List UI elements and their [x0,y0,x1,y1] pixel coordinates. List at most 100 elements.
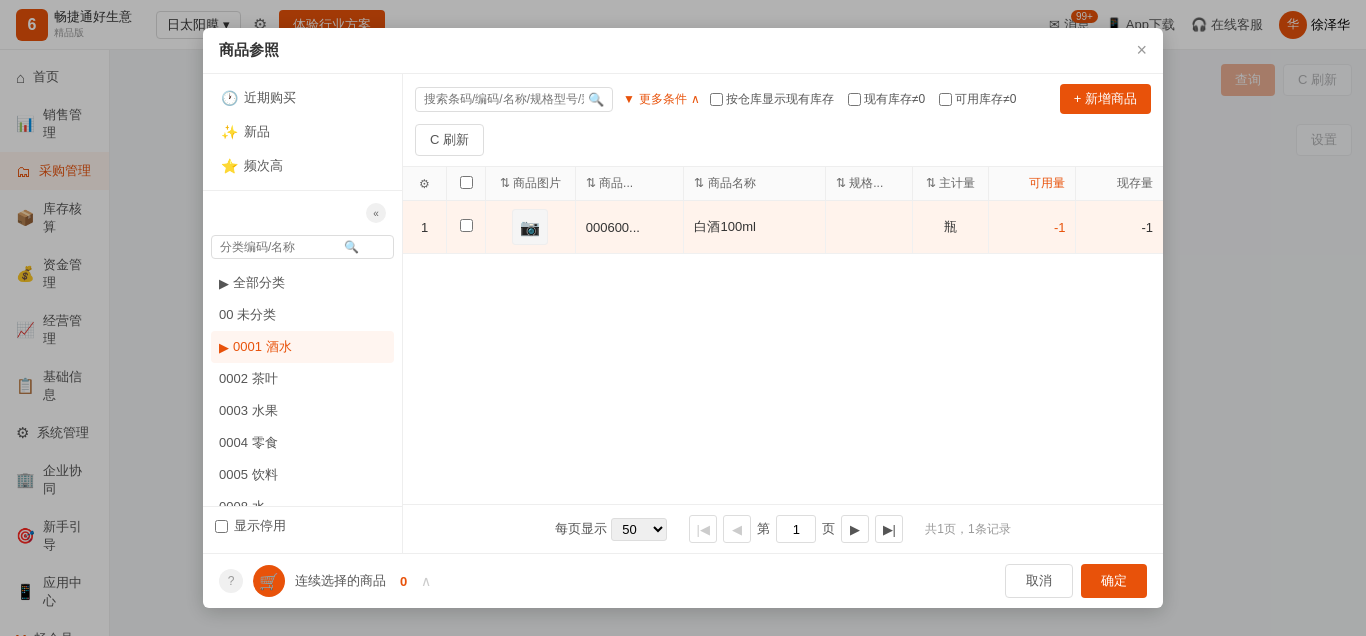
checkbox-available-stock[interactable]: 可用库存≠0 [939,91,1016,108]
show-disabled-checkbox[interactable] [215,520,228,533]
col-header-img: ⇅ 商品图片 [486,167,576,201]
product-image: 📷 [512,209,548,245]
first-page-btn[interactable]: |◀ [689,515,717,543]
tab-new-products[interactable]: ✨ 新品 [211,116,394,148]
tab-recent-purchase[interactable]: 🕐 近期购买 [211,82,394,114]
footer-right: 取消 确定 [1005,564,1147,598]
modal-header: 商品参照 × [203,28,1163,74]
row-checkbox-cell [447,201,486,254]
col-header-avail[interactable]: 可用量 [989,167,1076,201]
row-checkbox[interactable] [460,219,473,232]
category-list: ▶ 全部分类 00 未分类 ▶ 0001 酒水 0002 茶叶 0003 水果 [203,263,402,506]
cancel-button[interactable]: 取消 [1005,564,1073,598]
col-header-spec[interactable]: ⇅ 规格... [825,167,912,201]
col-name-label: 商品名称 [708,176,756,190]
product-search-icon[interactable]: 🔍 [588,92,604,107]
category-0005-label: 0005 饮料 [219,466,278,484]
page-suffix: 页 [822,520,835,538]
category-item-0002[interactable]: 0002 茶叶 [211,363,394,395]
star-icon: ⭐ [221,158,238,174]
product-table: ⚙ ⇅ 商品图片 ⇅ 商品... [403,167,1163,254]
modal-body: 🕐 近期购买 ✨ 新品 ⭐ 频次高 « 🔍 [203,74,1163,553]
checkbox-current-stock[interactable]: 现有库存≠0 [848,91,925,108]
checkbox-warehouse-stock-input[interactable] [710,93,723,106]
filter-checkboxes: 按仓库显示现有库存 现有库存≠0 可用库存≠0 [710,91,1017,108]
prev-page-btn[interactable]: ◀ [723,515,751,543]
category-item-0005[interactable]: 0005 饮料 [211,459,394,491]
modal-close-button[interactable]: × [1136,40,1147,61]
category-item-00[interactable]: 00 未分类 [211,299,394,331]
cart-icon[interactable]: 🛒 [253,565,285,597]
col-img-label: 商品图片 [513,176,561,190]
selected-count: 0 [400,574,407,589]
col-stock-label: 现存量 [1117,176,1153,190]
confirm-button[interactable]: 确定 [1081,564,1147,598]
checkbox-warehouse-stock-label: 按仓库显示现有库存 [726,91,834,108]
col-header-unit[interactable]: ⇅ 主计量 [912,167,989,201]
show-disabled-label[interactable]: 显示停用 [234,517,286,535]
next-page-btn[interactable]: ▶ [841,515,869,543]
checkbox-current-stock-label: 现有库存≠0 [864,91,925,108]
category-0008-label: 0008 水 [219,498,265,506]
select-all-checkbox[interactable] [460,176,473,189]
category-all-label: 全部分类 [233,274,285,292]
col-header-stock[interactable]: 现存量 [1076,167,1163,201]
category-item-all[interactable]: ▶ 全部分类 [211,267,394,299]
category-00-label: 00 未分类 [219,306,276,324]
checkbox-available-stock-label: 可用库存≠0 [955,91,1016,108]
add-product-btn[interactable]: + 新增商品 [1060,84,1151,114]
category-search-box: 🔍 [211,235,394,259]
col-header-name[interactable]: ⇅ 商品名称 [684,167,825,201]
checkbox-warehouse-stock[interactable]: 按仓库显示现有库存 [710,91,834,108]
help-icon[interactable]: ? [219,569,243,593]
col-unit-label: 主计量 [939,176,975,190]
expand-all-icon: ▶ [219,276,229,291]
checkbox-current-stock-input[interactable] [848,93,861,106]
row-img-cell: 📷 [486,201,576,254]
row-code: 000600... [575,201,684,254]
col-spec-label: 规格... [849,176,883,190]
category-search-icon[interactable]: 🔍 [344,240,359,254]
per-page-select: 每页显示 50 100 200 [555,518,667,541]
row-num: 1 [403,201,447,254]
table-toolbar: 🔍 ▼ 更多条件 ∧ 按仓库显示现有库存 现有库存≠0 [403,74,1163,167]
tab-recent-purchase-label: 近期购买 [244,89,296,107]
product-search-wrap: 🔍 [415,87,613,112]
tab-frequent[interactable]: ⭐ 频次高 [211,150,394,182]
product-search-input[interactable] [424,92,584,106]
category-0002-label: 0002 茶叶 [219,370,278,388]
collapse-left-btn[interactable]: « [366,203,386,223]
col-header-code[interactable]: ⇅ 商品... [575,167,684,201]
page-number-input[interactable] [776,515,816,543]
col-avail-label: 可用量 [1029,176,1065,190]
filter-more-label: 更多条件 [639,91,687,108]
modal-footer: ? 🛒 连续选择的商品 0 ∧ 取消 确定 [203,553,1163,608]
last-page-btn[interactable]: ▶| [875,515,903,543]
category-0001-label: 0001 酒水 [233,338,292,356]
settings-col-icon[interactable]: ⚙ [419,177,430,191]
table-header-row: ⚙ ⇅ 商品图片 ⇅ 商品... [403,167,1163,201]
collapse-footer-icon[interactable]: ∧ [421,573,431,589]
expand-0001-icon: ▶ [219,340,229,355]
per-page-dropdown[interactable]: 50 100 200 [611,518,667,541]
checkbox-available-stock-input[interactable] [939,93,952,106]
refresh-table-btn[interactable]: C 刷新 [415,124,484,156]
col-spec-sort-icon: ⇅ [836,176,846,190]
row-spec [825,201,912,254]
category-search-input[interactable] [220,240,340,254]
category-item-0008[interactable]: 0008 水 [211,491,394,506]
clock-icon: 🕐 [221,90,238,106]
show-disabled-area: 显示停用 [203,506,402,545]
left-panel-tabs: 🕐 近期购买 ✨ 新品 ⭐ 频次高 [203,82,402,191]
category-item-0001[interactable]: ▶ 0001 酒水 [211,331,394,363]
filter-more-btn[interactable]: ▼ 更多条件 ∧ [623,91,700,108]
cart-symbol: 🛒 [259,572,279,591]
product-table-wrap: ⚙ ⇅ 商品图片 ⇅ 商品... [403,167,1163,504]
modal-title: 商品参照 [219,41,279,60]
new-icon: ✨ [221,124,238,140]
category-item-0003[interactable]: 0003 水果 [211,395,394,427]
category-item-0004[interactable]: 0004 零食 [211,427,394,459]
col-code-label: 商品... [599,176,633,190]
right-panel: 🔍 ▼ 更多条件 ∧ 按仓库显示现有库存 现有库存≠0 [403,74,1163,553]
table-row[interactable]: 1 📷 000600... 白酒100ml 瓶 -1 [403,201,1163,254]
